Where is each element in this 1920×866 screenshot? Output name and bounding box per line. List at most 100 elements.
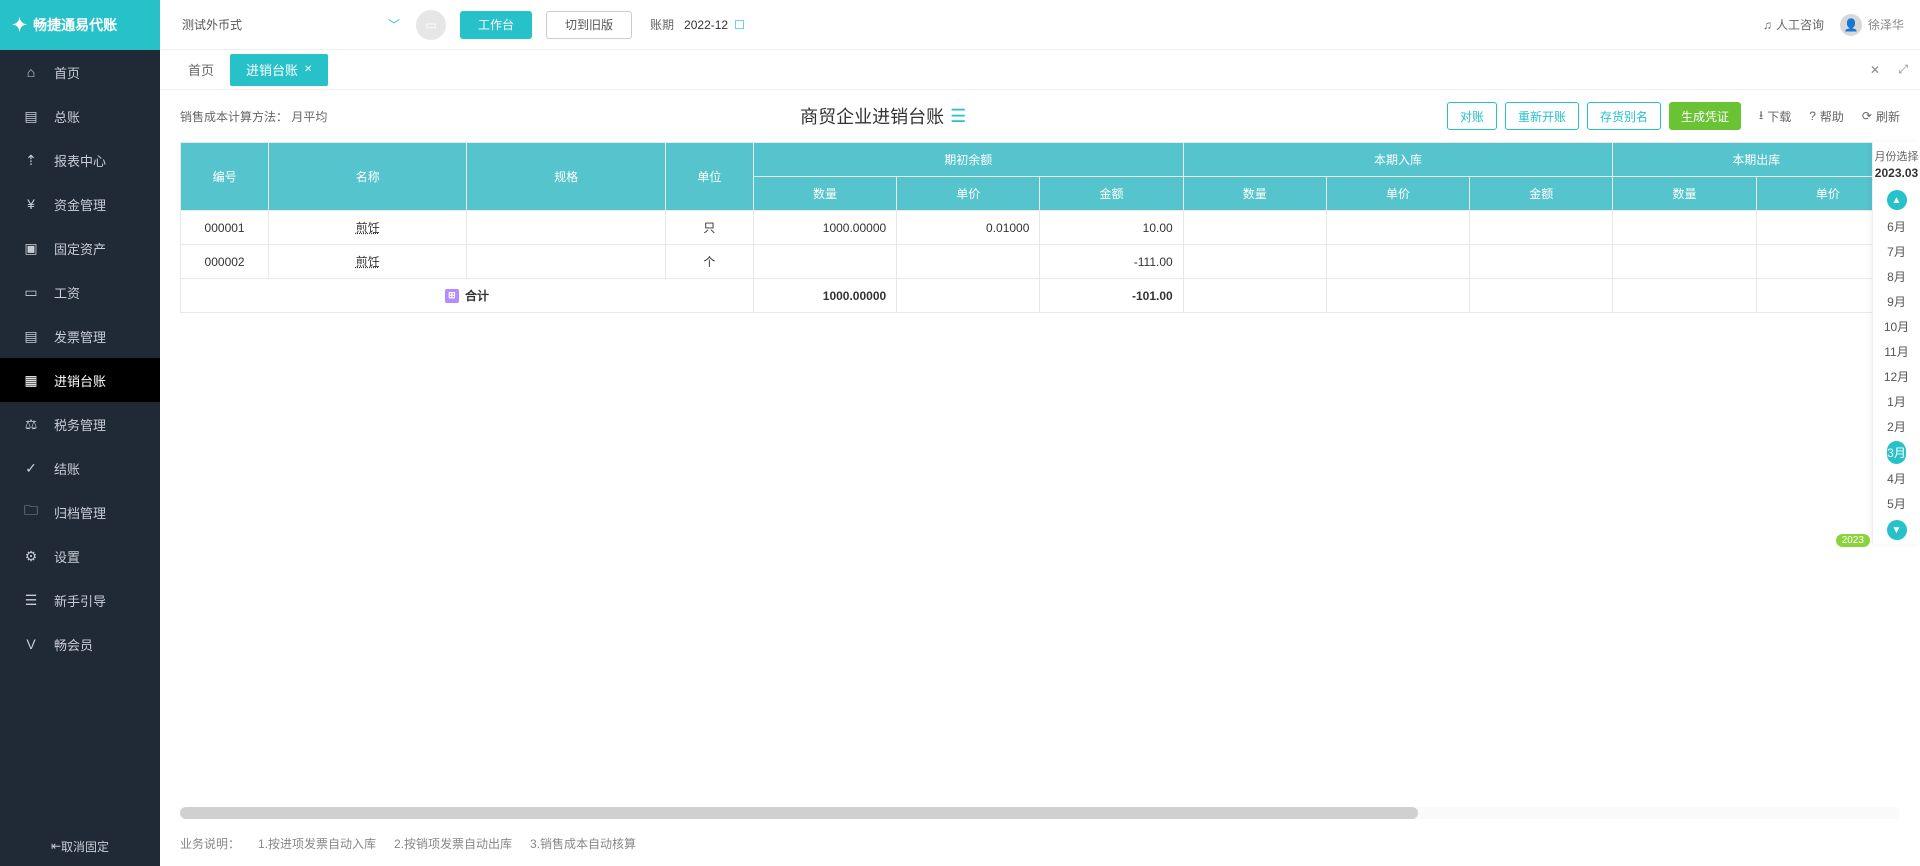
reconcile-label: 对账	[1460, 108, 1484, 125]
th-opening: 期初余额	[753, 143, 1183, 177]
alias-button[interactable]: 存货别名	[1587, 102, 1661, 130]
total-o-qty: 1000.00000	[753, 279, 896, 313]
inventory-table: 编号 名称 规格 单位 期初余额 本期入库 本期出库 数量 单价 金额 数量 单…	[180, 142, 1900, 313]
nav-icon: ✓	[22, 460, 40, 477]
nav-icon: ⚖	[22, 416, 40, 433]
footer-label: 业务说明：	[180, 835, 240, 852]
th-id: 编号	[181, 143, 269, 211]
alias-label: 存货别名	[1600, 108, 1648, 125]
user-icon: 👤	[1844, 18, 1859, 32]
nav-item-12[interactable]: ☰新手引导	[0, 578, 160, 622]
th-unit: 单位	[665, 143, 753, 211]
mp-display: 2023.03	[1875, 166, 1918, 186]
title-edit-icon[interactable]: ☰	[950, 106, 966, 127]
nav-label: 归档管理	[54, 503, 106, 522]
footer-note-2: 2.按销项发票自动出库	[394, 835, 512, 852]
month-item[interactable]: 7月	[1881, 239, 1912, 264]
nav-item-5[interactable]: ▭工资	[0, 270, 160, 314]
nav-item-1[interactable]: ▤总账	[0, 94, 160, 138]
table-row: 000002煎饪个-111.00	[181, 245, 1900, 279]
month-item[interactable]: 10月	[1881, 314, 1912, 339]
nav-item-13[interactable]: V畅会员	[0, 622, 160, 666]
cell-id: 000002	[181, 245, 269, 279]
nav-item-6[interactable]: ▤发票管理	[0, 314, 160, 358]
month-item[interactable]: 2月	[1881, 414, 1912, 439]
nav-label: 税务管理	[54, 415, 106, 434]
tab-close-icon[interactable]: ✕	[304, 64, 312, 75]
nav-item-8[interactable]: ⚖ 税务管理	[0, 402, 160, 446]
nav-item-9[interactable]: ✓ 结账	[0, 446, 160, 490]
mp-up-arrow[interactable]: ▲	[1887, 190, 1907, 210]
tab-label: 首页	[188, 60, 214, 79]
download-link[interactable]: ⭳下载	[1759, 106, 1791, 127]
mp-year-badge: 2023	[1836, 534, 1870, 547]
total-o-amt: -101.00	[1040, 279, 1183, 313]
nav-item-7[interactable]: ▦进销台账	[0, 358, 160, 402]
nav-item-3[interactable]: ¥资金管理	[0, 182, 160, 226]
cell-name[interactable]: 煎饪	[269, 211, 467, 245]
month-item[interactable]: 6月	[1881, 214, 1912, 239]
cell-o-price: 0.01000	[897, 211, 1040, 245]
month-item[interactable]: 11月	[1881, 339, 1912, 364]
reconcile-button[interactable]: 对账	[1447, 102, 1497, 130]
month-item[interactable]: 3月	[1887, 441, 1906, 464]
th-spec: 规格	[467, 143, 665, 211]
nav-label: 新手引导	[54, 591, 106, 610]
switch-old-button[interactable]: 切到旧版	[546, 11, 632, 39]
cell-name[interactable]: 煎饪	[269, 245, 467, 279]
nav-label: 进销台账	[54, 371, 106, 390]
voucher-button[interactable]: 生成凭证	[1669, 102, 1741, 130]
tab-close-all[interactable]: ✕	[1870, 63, 1880, 77]
nav-item-10[interactable]: 🗀 归档管理	[0, 490, 160, 534]
workspace-button[interactable]: 工作台	[460, 11, 532, 39]
nav-label: 结账	[54, 459, 80, 478]
nav-item-4[interactable]: ▣固定资产	[0, 226, 160, 270]
month-item[interactable]: 9月	[1881, 289, 1912, 314]
month-item[interactable]: 8月	[1881, 264, 1912, 289]
tab-label: 进销台账	[246, 60, 298, 79]
th-i-qty: 数量	[1183, 177, 1326, 211]
nav-icon: ▤	[22, 108, 40, 125]
th-i-price: 单价	[1326, 177, 1469, 211]
nav-label: 资金管理	[54, 195, 106, 214]
cell-o-amt: -111.00	[1040, 245, 1183, 279]
table-total-row: ⊞合计1000.00000-101.00	[181, 279, 1900, 313]
nav-label: 设置	[54, 547, 80, 566]
unpin-button[interactable]: ⇤ 取消固定	[0, 826, 160, 866]
th-i-amt: 金额	[1470, 177, 1613, 211]
download-icon: ⭳	[1759, 106, 1763, 127]
tab-1[interactable]: 进销台账 ✕	[230, 54, 328, 86]
period-calendar-icon[interactable]: ☐	[734, 18, 745, 32]
cell-t-qty	[1613, 245, 1756, 279]
cell-i-qty	[1183, 245, 1326, 279]
reopen-button[interactable]: 重新开账	[1505, 102, 1579, 130]
calendar-quick-button[interactable]: ▭	[416, 10, 446, 40]
month-item[interactable]: 4月	[1881, 466, 1912, 491]
scrollbar-thumb[interactable]	[180, 807, 1418, 819]
unpin-icon: ⇤	[51, 839, 61, 853]
cell-o-amt: 10.00	[1040, 211, 1183, 245]
tab-expand-icon[interactable]: ⤢	[1898, 62, 1908, 77]
month-picker: 月份选择 2023.03 ▲ 6月7月8月9月10月11月12月1月2月3月4月…	[1872, 142, 1920, 544]
month-item[interactable]: 12月	[1881, 364, 1912, 389]
month-item[interactable]: 1月	[1881, 389, 1912, 414]
footer-note-3: 3.销售成本自动核算	[530, 835, 636, 852]
cell-t-qty	[1613, 211, 1756, 245]
tab-0[interactable]: 首页	[172, 54, 230, 86]
consult-link[interactable]: ♫ 人工咨询	[1763, 16, 1824, 33]
company-selector[interactable]: 测试外币式 ﹀	[176, 10, 406, 40]
mp-down-arrow[interactable]: ▼	[1887, 520, 1907, 540]
help-label: 帮助	[1820, 108, 1844, 125]
nav-item-11[interactable]: ⚙设置	[0, 534, 160, 578]
nav-label: 报表中心	[54, 151, 106, 170]
nav-icon: 🗀	[22, 500, 40, 524]
cell-spec	[467, 211, 665, 245]
avatar[interactable]: 👤	[1840, 14, 1862, 36]
month-item[interactable]: 5月	[1881, 491, 1912, 516]
help-link[interactable]: ?帮助	[1809, 108, 1844, 125]
refresh-link[interactable]: ⟳刷新	[1862, 108, 1900, 125]
nav-item-0[interactable]: ⌂首页	[0, 50, 160, 94]
nav-item-2[interactable]: ⇡报表中心	[0, 138, 160, 182]
cell-i-amt	[1470, 211, 1613, 245]
horizontal-scrollbar[interactable]	[180, 807, 1900, 819]
